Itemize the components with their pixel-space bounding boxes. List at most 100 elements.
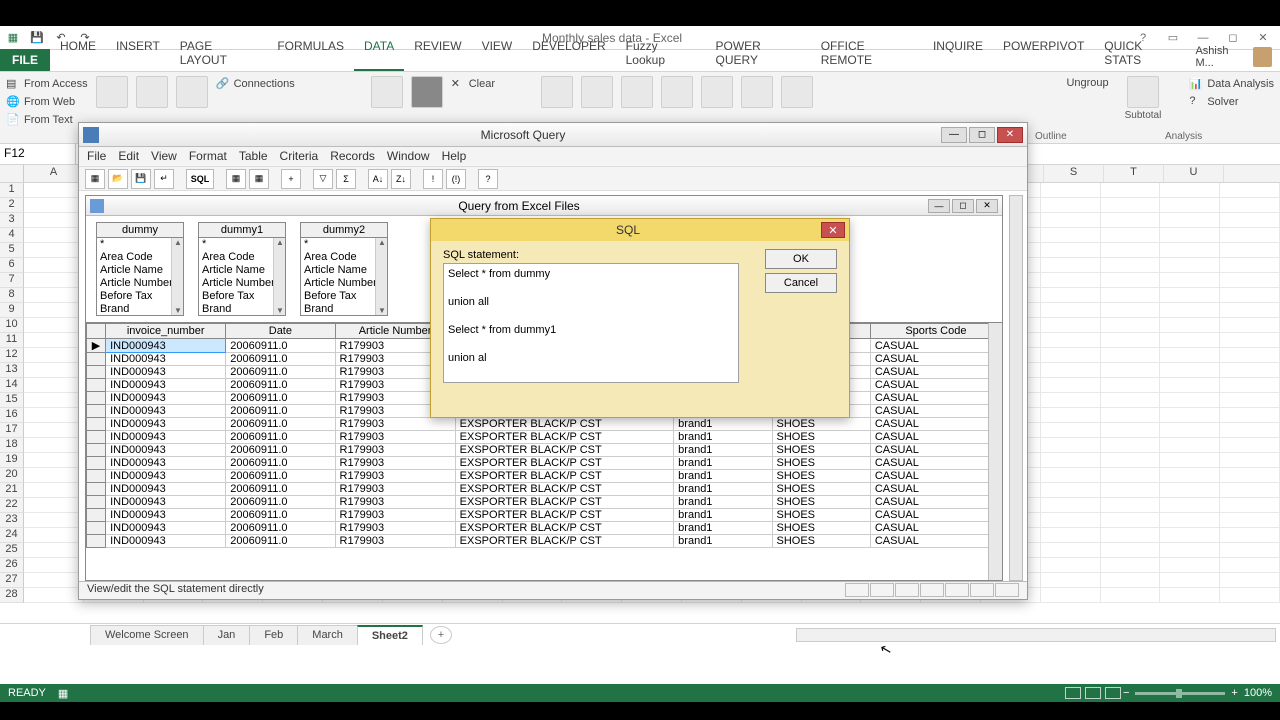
tab-review[interactable]: REVIEW	[404, 35, 471, 71]
zoom-in-icon[interactable]: +	[1231, 687, 1237, 699]
result-cell[interactable]: SHOES	[772, 483, 870, 496]
result-cell[interactable]: brand1	[674, 509, 772, 522]
result-cell[interactable]: brand1	[674, 483, 772, 496]
result-cell[interactable]: 20060911.0	[226, 418, 335, 431]
result-cell[interactable]: 20060911.0	[226, 379, 335, 392]
sql-dialog-titlebar[interactable]: SQL ✕	[431, 219, 849, 241]
row-header[interactable]: 23	[0, 513, 24, 528]
from-access-button[interactable]: ▤From Access	[6, 76, 88, 92]
tab-inquire[interactable]: INQUIRE	[923, 35, 993, 71]
tb-autoquery-icon[interactable]: (!)	[446, 169, 466, 189]
result-cell[interactable]: 20060911.0	[226, 496, 335, 509]
tb-filter-icon[interactable]: ▽	[313, 169, 333, 189]
zoom-value[interactable]: 100%	[1244, 687, 1272, 699]
result-cell[interactable]: EXSPORTER BLACK/P CST	[455, 522, 674, 535]
mq-menu-help[interactable]: Help	[442, 149, 467, 164]
result-cell[interactable]: CASUAL	[870, 535, 1001, 548]
column-header[interactable]: S	[1044, 165, 1104, 182]
add-sheet-button[interactable]: +	[430, 626, 452, 644]
row-header[interactable]: 13	[0, 363, 24, 378]
result-cell[interactable]: SHOES	[772, 431, 870, 444]
row-header[interactable]: 6	[0, 258, 24, 273]
column-header[interactable]: T	[1104, 165, 1164, 182]
msquery-scrollbar[interactable]	[1009, 195, 1023, 581]
pane-scrollbar[interactable]	[171, 238, 183, 315]
result-cell[interactable]: EXSPORTER BLACK/P CST	[455, 535, 674, 548]
row-header[interactable]: 17	[0, 423, 24, 438]
sort-icon[interactable]	[371, 76, 403, 108]
row-header[interactable]: 28	[0, 588, 24, 603]
row-header[interactable]: 27	[0, 573, 24, 588]
result-cell[interactable]: IND000943	[106, 353, 226, 366]
field-item[interactable]: Brand	[301, 303, 375, 315]
result-cell[interactable]: CASUAL	[870, 353, 1001, 366]
row-selector[interactable]	[87, 431, 106, 444]
field-item[interactable]: Article Name	[199, 264, 273, 277]
tb-return-icon[interactable]: ↵	[154, 169, 174, 189]
tb-addtable-icon[interactable]: +	[281, 169, 301, 189]
result-cell[interactable]: brand1	[674, 418, 772, 431]
result-cell[interactable]: CASUAL	[870, 431, 1001, 444]
result-cell[interactable]: R179903	[335, 522, 455, 535]
row-header[interactable]: 9	[0, 303, 24, 318]
result-cell[interactable]: R179903	[335, 444, 455, 457]
row-selector[interactable]	[87, 379, 106, 392]
mq-menu-table[interactable]: Table	[239, 149, 268, 164]
tab-view[interactable]: VIEW	[472, 35, 523, 71]
row-header[interactable]: 25	[0, 543, 24, 558]
result-cell[interactable]: CASUAL	[870, 418, 1001, 431]
result-cell[interactable]: IND000943	[106, 444, 226, 457]
result-cell[interactable]: IND000943	[106, 496, 226, 509]
row-selector[interactable]	[87, 470, 106, 483]
tab-fuzzy-lookup[interactable]: Fuzzy Lookup	[616, 35, 706, 71]
pane-scrollbar[interactable]	[375, 238, 387, 315]
table-pane-dummy[interactable]: dummy*Area CodeArticle NameArticle Numbe…	[96, 222, 184, 316]
flash-fill-icon[interactable]	[581, 76, 613, 108]
row-selector[interactable]	[87, 496, 106, 509]
result-cell[interactable]: SHOES	[772, 509, 870, 522]
result-cell[interactable]: CASUAL	[870, 444, 1001, 457]
mq-menu-records[interactable]: Records	[330, 149, 375, 164]
macro-record-icon[interactable]: ▦	[58, 687, 68, 700]
row-selector[interactable]	[87, 405, 106, 418]
ungroup-button[interactable]: Ungroup	[1066, 76, 1108, 90]
tb-help-icon[interactable]: ?	[478, 169, 498, 189]
result-cell[interactable]: R179903	[335, 509, 455, 522]
result-cell[interactable]: IND000943	[106, 418, 226, 431]
mq-menu-view[interactable]: View	[151, 149, 177, 164]
row-header[interactable]: 12	[0, 348, 24, 363]
row-header[interactable]: 26	[0, 558, 24, 573]
existing-connections-icon[interactable]	[136, 76, 168, 108]
result-cell[interactable]: EXSPORTER BLACK/P CST	[455, 470, 674, 483]
row-selector[interactable]	[87, 444, 106, 457]
result-cell[interactable]: IND000943	[106, 379, 226, 392]
tb-sql-button[interactable]: SQL	[186, 169, 214, 189]
mq-menu-edit[interactable]: Edit	[118, 149, 139, 164]
column-header[interactable]: U	[1164, 165, 1224, 182]
result-cell[interactable]: 20060911.0	[226, 392, 335, 405]
refresh-all-icon[interactable]	[176, 76, 208, 108]
field-item[interactable]: Before Tax	[97, 290, 171, 303]
mq-maximize-icon[interactable]: ◻	[969, 127, 995, 143]
sheet-tab-jan[interactable]: Jan	[203, 625, 251, 645]
result-cell[interactable]: EXSPORTER BLACK/P CST	[455, 483, 674, 496]
result-cell[interactable]: R179903	[335, 470, 455, 483]
tab-home[interactable]: HOME	[50, 35, 106, 71]
result-cell[interactable]: 20060911.0	[226, 535, 335, 548]
data-validation-icon[interactable]	[661, 76, 693, 108]
field-item[interactable]: Area Code	[97, 251, 171, 264]
whatif-icon[interactable]	[741, 76, 773, 108]
tab-power-query[interactable]: POWER QUERY	[705, 35, 810, 71]
row-header[interactable]: 5	[0, 243, 24, 258]
result-cell[interactable]: R179903	[335, 483, 455, 496]
tab-powerpivot[interactable]: POWERPIVOT	[993, 35, 1094, 71]
field-item[interactable]: Brand	[97, 303, 171, 315]
from-text-button[interactable]: 📄From Text	[6, 112, 88, 128]
qc-minimize-icon[interactable]: —	[928, 199, 950, 213]
result-cell[interactable]: 20060911.0	[226, 509, 335, 522]
result-cell[interactable]: CASUAL	[870, 483, 1001, 496]
row-selector[interactable]	[87, 418, 106, 431]
other-sources-icon[interactable]	[96, 76, 128, 108]
row-header[interactable]: 7	[0, 273, 24, 288]
qat-save-icon[interactable]: 💾	[28, 29, 46, 47]
